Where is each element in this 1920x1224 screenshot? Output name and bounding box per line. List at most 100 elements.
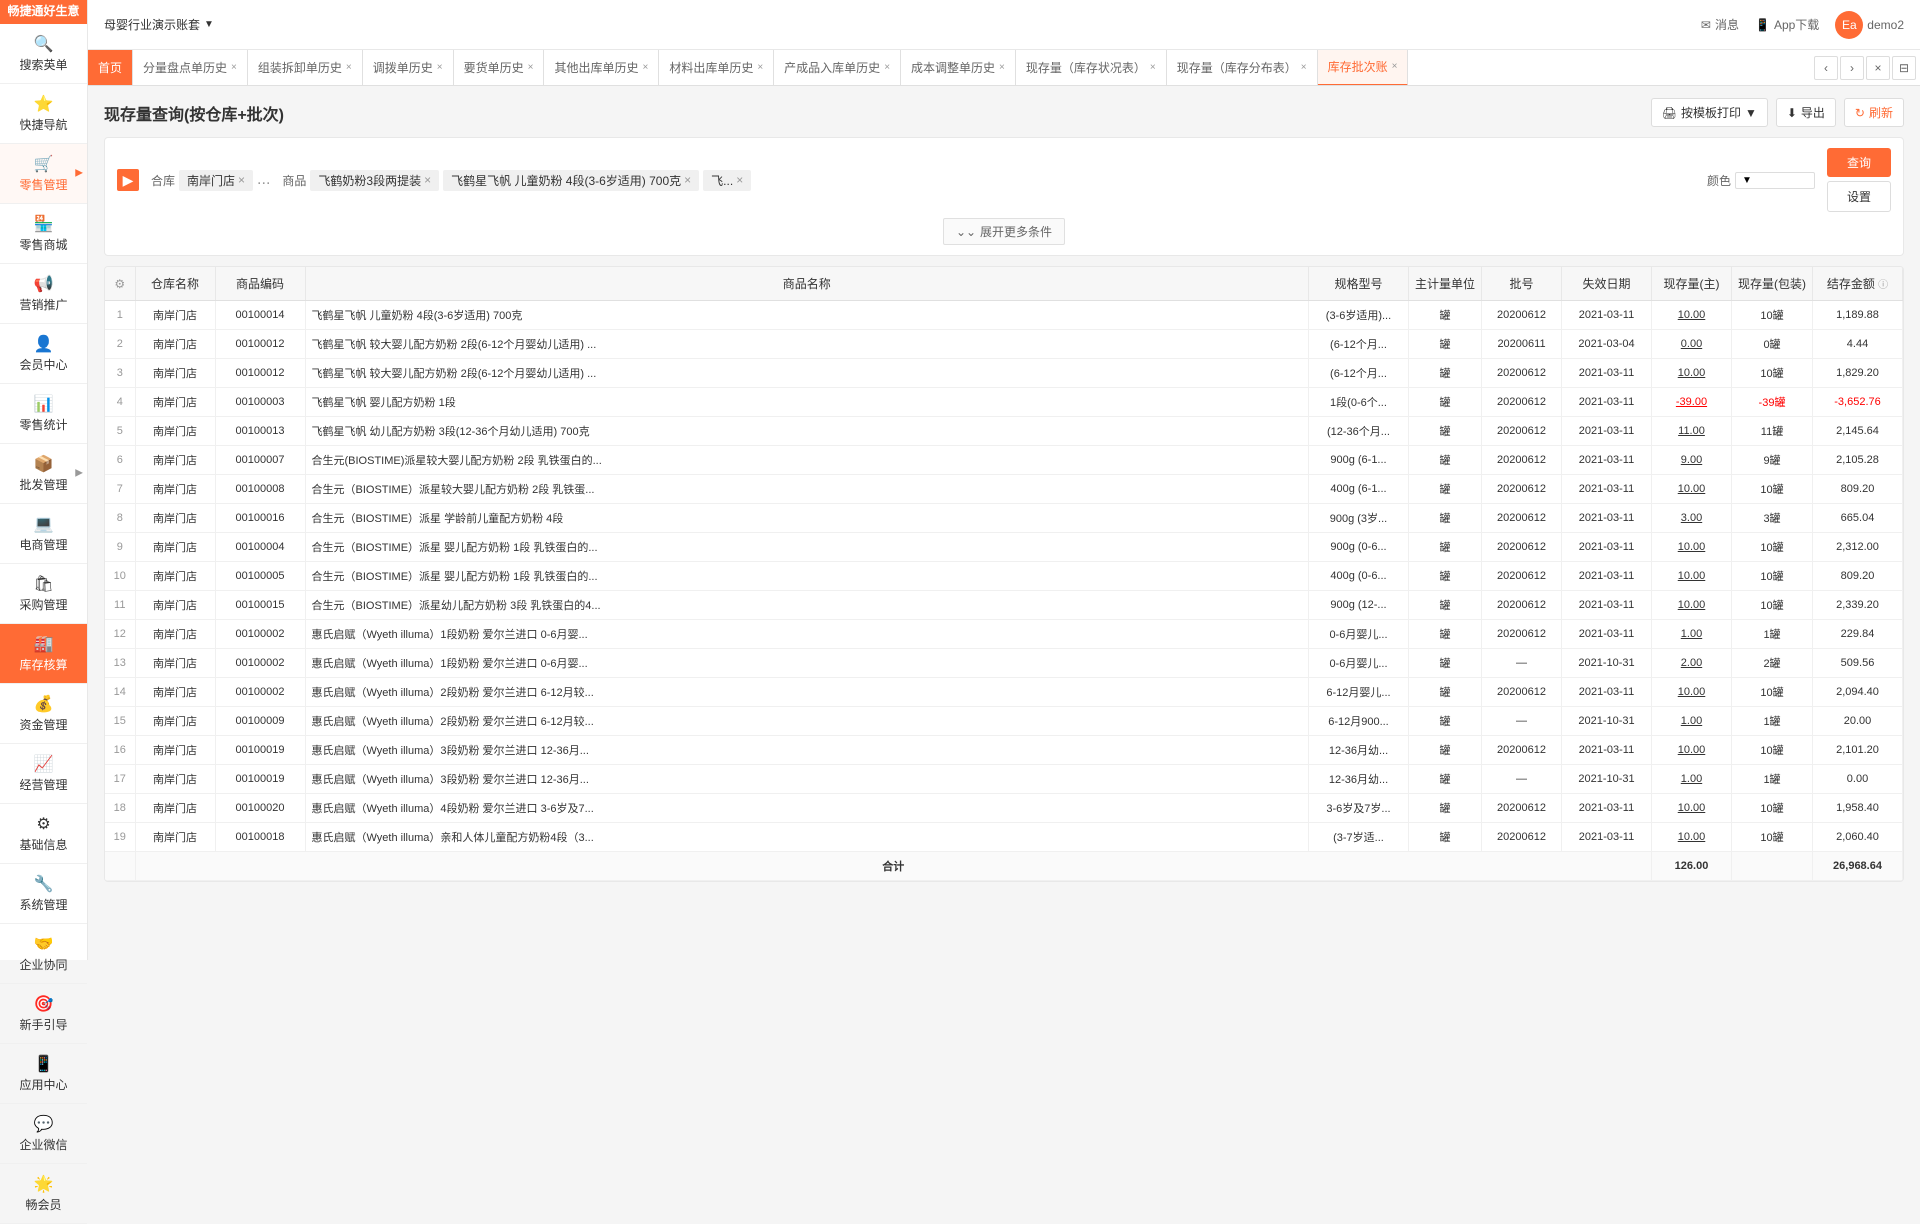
tab-prev-btn[interactable]: ‹ bbox=[1814, 56, 1838, 80]
close-icon[interactable]: × bbox=[999, 62, 1005, 73]
table-cell[interactable]: 1.00 bbox=[1652, 765, 1732, 794]
table-cell[interactable]: 3.00 bbox=[1652, 504, 1732, 533]
close-icon[interactable]: × bbox=[642, 62, 648, 73]
tab-split[interactable]: 分量盘点单历史 × bbox=[133, 50, 248, 86]
close-icon[interactable]: × bbox=[884, 62, 890, 73]
export-button[interactable]: ⬇ 导出 bbox=[1776, 98, 1836, 127]
table-cell[interactable]: -39.00 bbox=[1652, 388, 1732, 417]
close-icon[interactable]: × bbox=[346, 62, 352, 73]
app-download-btn[interactable]: 📱 App下载 bbox=[1755, 16, 1819, 33]
sidebar-item-search[interactable]: 🔍 搜索英单 bbox=[0, 24, 87, 84]
table-cell: 2,312.00 bbox=[1813, 533, 1903, 562]
table-cell[interactable]: 2.00 bbox=[1652, 649, 1732, 678]
sidebar-item-purchase[interactable]: 🛍 采购管理 bbox=[0, 564, 87, 624]
table-row: 5南岸门店00100013飞鹤星飞帆 幼儿配方奶粉 3段(12-36个月幼儿适用… bbox=[105, 417, 1903, 446]
sidebar-item-ecommerce[interactable]: 💻 电商管理 bbox=[0, 504, 87, 564]
settings-button[interactable]: 设置 bbox=[1827, 181, 1891, 212]
query-button[interactable]: 查询 bbox=[1827, 148, 1891, 177]
sidebar-item-quick[interactable]: ⭐ 快捷导航 bbox=[0, 84, 87, 144]
warehouse-more[interactable]: ... bbox=[257, 171, 270, 189]
refresh-button[interactable]: ↻ 刷新 bbox=[1844, 98, 1904, 127]
table-cell[interactable]: 1.00 bbox=[1652, 620, 1732, 649]
table-cell: 罐 bbox=[1408, 504, 1481, 533]
remove-product-1-icon[interactable]: × bbox=[684, 173, 691, 187]
sidebar-item-stats[interactable]: 📊 零售统计 bbox=[0, 384, 87, 444]
query-btn-group: 查询 设置 bbox=[1827, 148, 1891, 212]
remove-product-0-icon[interactable]: × bbox=[424, 173, 431, 187]
table-cell[interactable]: 10.00 bbox=[1652, 301, 1732, 330]
table-cell: 2021-03-11 bbox=[1562, 620, 1652, 649]
chart-icon: 📈 bbox=[34, 754, 54, 774]
table-cell[interactable]: 11.00 bbox=[1652, 417, 1732, 446]
settings-icon[interactable]: ⚙ bbox=[114, 277, 125, 291]
table-cell[interactable]: 10.00 bbox=[1652, 562, 1732, 591]
expand-toggle[interactable]: ▶ bbox=[117, 169, 139, 191]
tab-home[interactable]: 首页 bbox=[88, 50, 133, 86]
tab-next-btn[interactable]: › bbox=[1840, 56, 1864, 80]
sidebar-item-retail-mall[interactable]: 🏪 零售商城 bbox=[0, 204, 87, 264]
remove-product-2-icon[interactable]: × bbox=[736, 173, 743, 187]
tab-demand[interactable]: 要货单历史 × bbox=[454, 50, 545, 86]
close-icon[interactable]: × bbox=[437, 62, 443, 73]
tab-stock-status[interactable]: 现存量（库存状况表） × bbox=[1016, 50, 1167, 86]
sidebar-item-basic[interactable]: ⚙ 基础信息 bbox=[0, 804, 87, 864]
sidebar-item-guide[interactable]: 🎯 新手引导 bbox=[0, 984, 87, 1044]
tab-cost-adjust[interactable]: 成本调整单历史 × bbox=[901, 50, 1016, 86]
table-cell[interactable]: 10.00 bbox=[1652, 823, 1732, 852]
tab-stock-dist[interactable]: 现存量（库存分布表） × bbox=[1167, 50, 1318, 86]
table-cell[interactable]: 10.00 bbox=[1652, 475, 1732, 504]
sidebar-item-system[interactable]: 🔧 系统管理 bbox=[0, 864, 87, 924]
tab-product-in[interactable]: 产成品入库单历史 × bbox=[774, 50, 901, 86]
sidebar-item-member[interactable]: 👤 会员中心 bbox=[0, 324, 87, 384]
tab-material-out[interactable]: 材料出库单历史 × bbox=[659, 50, 774, 86]
warehouse-tag[interactable]: 南岸门店 × bbox=[179, 170, 253, 191]
expand-arrow-btn[interactable]: ▶ bbox=[117, 169, 139, 191]
close-icon[interactable]: × bbox=[1392, 61, 1398, 72]
product-tag-text-1: 飞鹤星飞帆 儿童奶粉 4段(3-6岁适用) 700克 bbox=[451, 172, 681, 189]
print-button[interactable]: 🖨 按模板打印 ▼ bbox=[1651, 98, 1768, 127]
table-cell[interactable]: 10.00 bbox=[1652, 794, 1732, 823]
tab-stock-batch[interactable]: 库存批次账 × bbox=[1318, 50, 1409, 86]
sidebar-item-finance[interactable]: 💰 资金管理 bbox=[0, 684, 87, 744]
table-cell[interactable]: 10.00 bbox=[1652, 533, 1732, 562]
message-btn[interactable]: ✉ 消息 bbox=[1701, 16, 1739, 33]
table-cell[interactable]: 10.00 bbox=[1652, 359, 1732, 388]
color-dropdown[interactable]: ▼ bbox=[1735, 172, 1815, 189]
close-icon[interactable]: × bbox=[757, 62, 763, 73]
sidebar-item-marketing[interactable]: 📢 营销推广 bbox=[0, 264, 87, 324]
account-dropdown[interactable]: 母婴行业演示账套 ▼ bbox=[104, 16, 214, 33]
sidebar-item-vip[interactable]: 🌟 畅会员 bbox=[0, 1164, 87, 1224]
tab-menu-btn[interactable]: ⊟ bbox=[1892, 56, 1916, 80]
tab-other-out[interactable]: 其他出库单历史 × bbox=[544, 50, 659, 86]
user-profile[interactable]: Ea demo2 bbox=[1835, 11, 1904, 39]
sidebar-item-operation[interactable]: 📈 经营管理 bbox=[0, 744, 87, 804]
sidebar-item-apps[interactable]: 📱 应用中心 bbox=[0, 1044, 87, 1104]
sidebar-item-wholesale[interactable]: 📦 批发管理 ▶ bbox=[0, 444, 87, 504]
expand-more-btn[interactable]: ⌄⌄ 展开更多条件 bbox=[943, 218, 1065, 245]
tab-disassemble[interactable]: 组装拆卸单历史 × bbox=[248, 50, 363, 86]
tab-demand-label: 要货单历史 bbox=[464, 59, 524, 76]
close-icon[interactable]: × bbox=[231, 62, 237, 73]
sidebar-item-company[interactable]: 🤝 企业协同 bbox=[0, 924, 87, 984]
remove-warehouse-icon[interactable]: × bbox=[238, 173, 245, 187]
table-cell: 2021-03-11 bbox=[1562, 446, 1652, 475]
product-tag-2[interactable]: 飞... × bbox=[703, 170, 751, 191]
sidebar-item-retail-mgmt[interactable]: 🛒 零售管理 ▶ bbox=[0, 144, 87, 204]
table-cell[interactable]: 0.00 bbox=[1652, 330, 1732, 359]
table-cell[interactable]: 10.00 bbox=[1652, 736, 1732, 765]
close-icon[interactable]: × bbox=[1301, 62, 1307, 73]
close-icon[interactable]: × bbox=[1150, 62, 1156, 73]
tab-close-btn[interactable]: × bbox=[1866, 56, 1890, 80]
table-cell: 南岸门店 bbox=[135, 301, 215, 330]
table-cell[interactable]: 1.00 bbox=[1652, 707, 1732, 736]
sidebar-item-stock[interactable]: 🏭 库存核算 bbox=[0, 624, 87, 684]
sidebar-item-wechat[interactable]: 💬 企业微信 bbox=[0, 1104, 87, 1164]
table-cell: 2,105.28 bbox=[1813, 446, 1903, 475]
close-icon[interactable]: × bbox=[528, 62, 534, 73]
table-cell[interactable]: 9.00 bbox=[1652, 446, 1732, 475]
product-tag-0[interactable]: 飞鹤奶粉3段两提装 × bbox=[310, 170, 439, 191]
table-cell[interactable]: 10.00 bbox=[1652, 591, 1732, 620]
product-tag-1[interactable]: 飞鹤星飞帆 儿童奶粉 4段(3-6岁适用) 700克 × bbox=[443, 170, 699, 191]
table-cell[interactable]: 10.00 bbox=[1652, 678, 1732, 707]
tab-transfer[interactable]: 调拨单历史 × bbox=[363, 50, 454, 86]
